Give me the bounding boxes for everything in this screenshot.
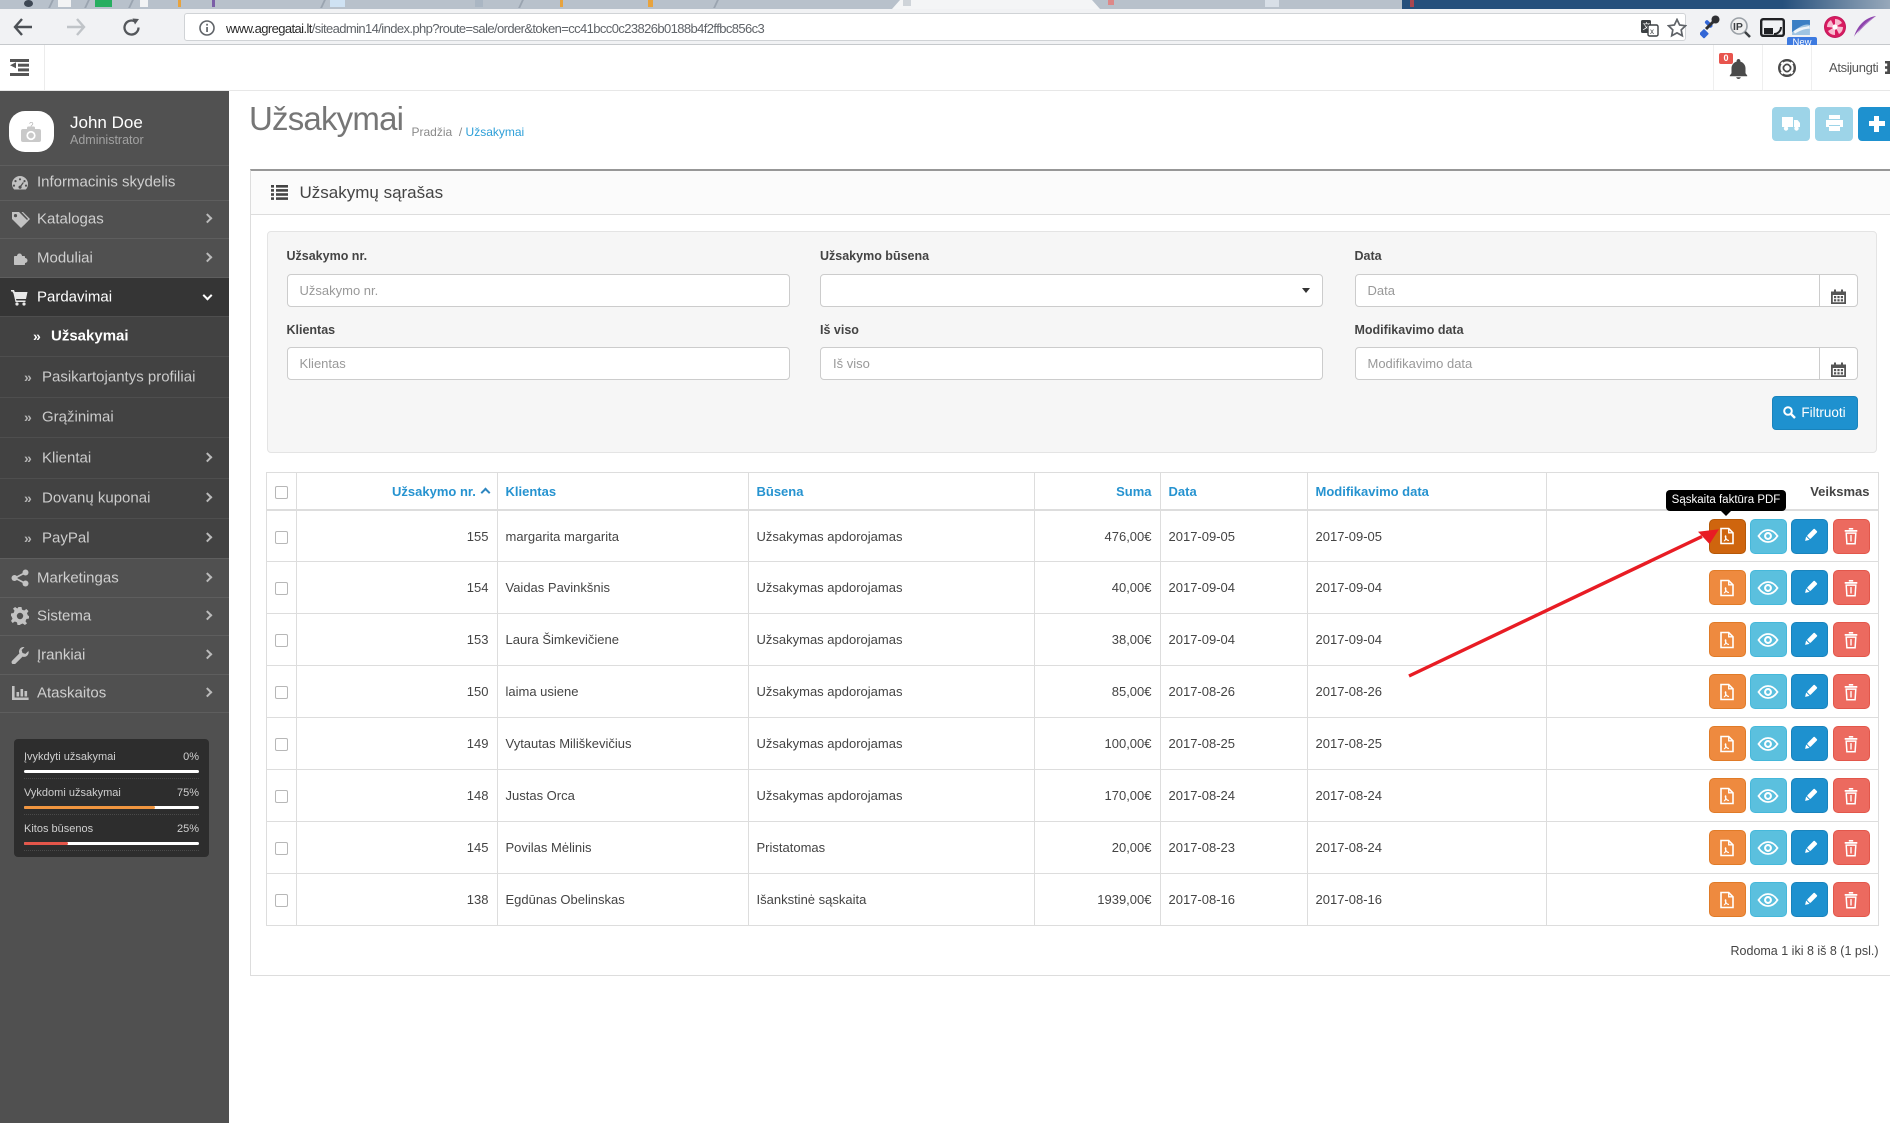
svg-text:x: x [1650, 27, 1654, 36]
svg-text:IP: IP [1733, 21, 1743, 33]
